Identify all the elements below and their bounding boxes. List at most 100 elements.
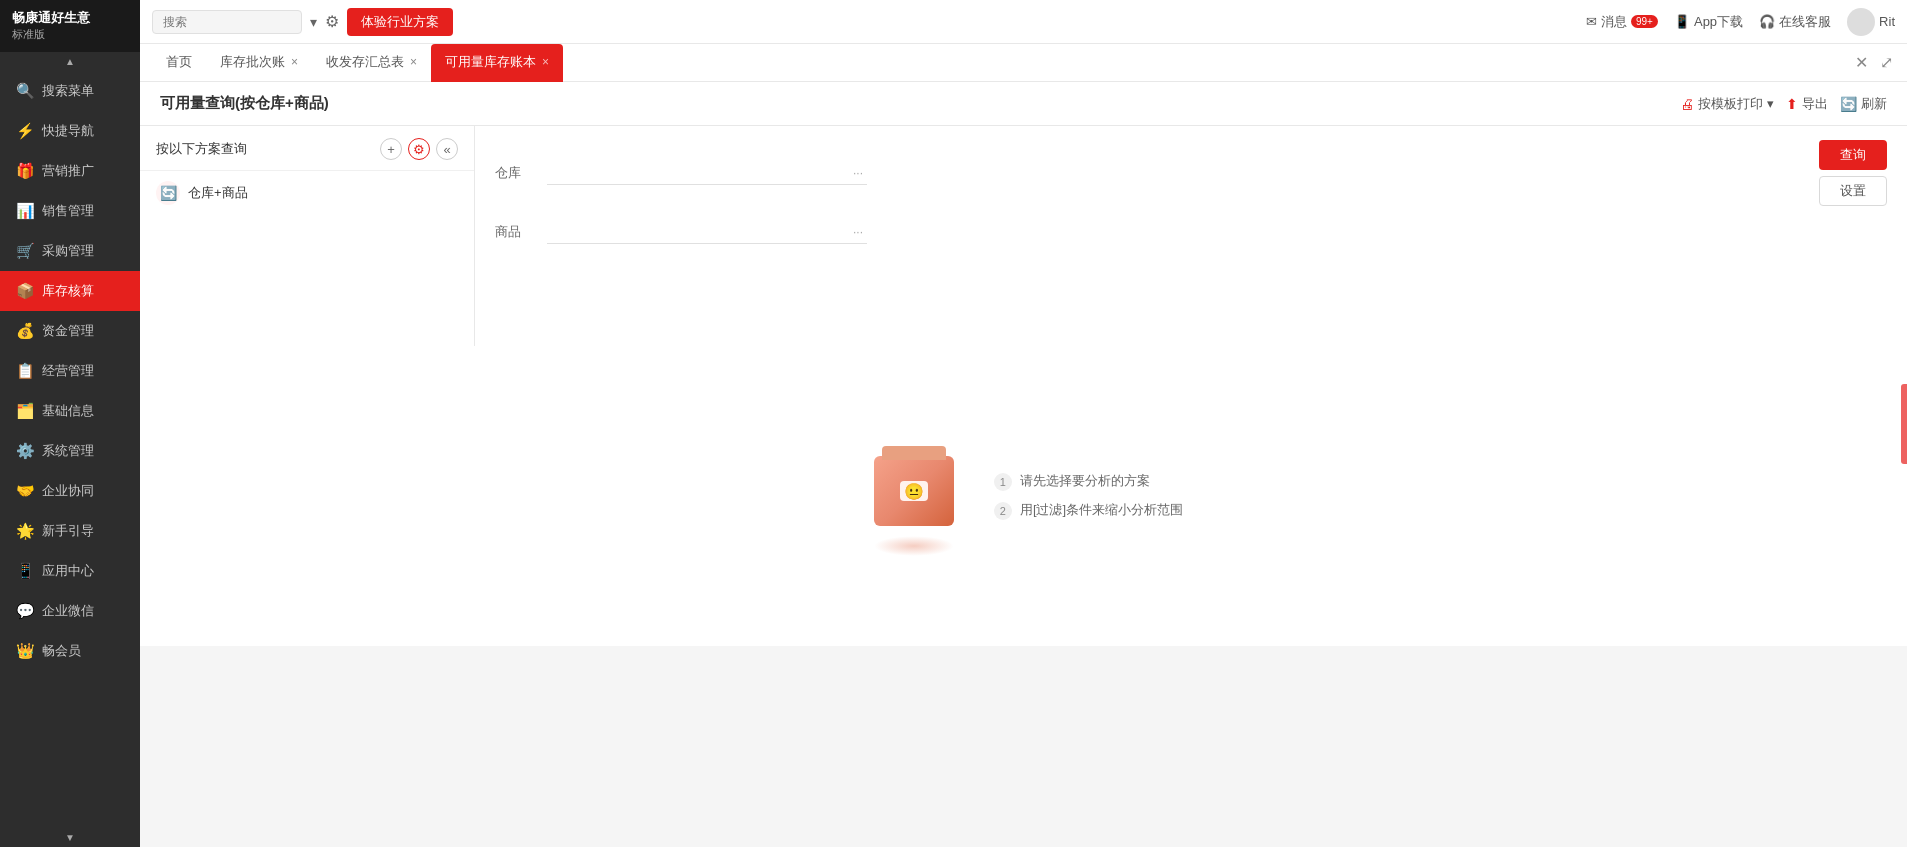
sidebar-icon-inventory: 📦 <box>16 282 34 300</box>
topbar-right: ✉ 消息 99+ 📱 App下载 🎧 在线客服 Rit <box>1586 8 1895 36</box>
sidebar-item-newbie[interactable]: 🌟 新手引导 <box>0 511 140 551</box>
page-header: 可用量查询(按仓库+商品) 🖨 按模板打印 ▾ ⬆ 导出 🔄 刷新 <box>140 82 1907 126</box>
print-icon: 🖨 <box>1680 96 1694 112</box>
query-left-header: 按以下方案查询 + ⚙ « <box>140 138 474 171</box>
brand-sub: 标准版 <box>12 27 128 42</box>
hint-num-2: 2 <box>994 502 1012 520</box>
setting-button[interactable]: 设置 <box>1819 176 1887 206</box>
empty-state: 😐 1 请先选择要分析的方案 2 用[过滤]条件来缩小分析范围 <box>140 346 1907 646</box>
sidebar-icon-member: 👑 <box>16 642 34 660</box>
sidebar: 畅康通好生意 标准版 ▲ 🔍 搜索菜单 ⚡ 快捷导航 🎁 营销推广 📊 销售管理… <box>0 0 140 847</box>
sidebar-label-enterprise: 企业协同 <box>42 482 94 500</box>
sidebar-menu: 🔍 搜索菜单 ⚡ 快捷导航 🎁 营销推广 📊 销售管理 🛒 采购管理 📦 库存核… <box>0 71 140 828</box>
close-tab-button[interactable]: ✕ <box>1853 51 1870 74</box>
tabbar-actions: ✕ ⤢ <box>1853 51 1895 74</box>
app-download-item[interactable]: 📱 App下载 <box>1674 13 1743 31</box>
goods-more-icon[interactable]: ··· <box>853 225 863 239</box>
sidebar-scroll-up[interactable]: ▲ <box>0 52 140 71</box>
service-item[interactable]: 🎧 在线客服 <box>1759 13 1831 31</box>
sidebar-label-finance: 资金管理 <box>42 322 94 340</box>
query-button[interactable]: 查询 <box>1819 140 1887 170</box>
warehouse-more-icon[interactable]: ··· <box>853 166 863 180</box>
export-label: 导出 <box>1802 95 1828 113</box>
sidebar-header: 畅康通好生意 标准版 <box>0 0 140 52</box>
sidebar-icon-basics: 🗂️ <box>16 402 34 420</box>
print-dropdown-icon[interactable]: ▾ <box>1767 96 1774 111</box>
query-area: 按以下方案查询 + ⚙ « 🔄 仓库+商品 仓库 <box>140 126 1907 346</box>
sidebar-icon-system: ⚙️ <box>16 442 34 460</box>
tab-close-available[interactable]: × <box>542 56 549 68</box>
empty-hint-2: 2 用[过滤]条件来缩小分析范围 <box>994 501 1183 520</box>
service-label: 在线客服 <box>1779 13 1831 31</box>
sidebar-item-inventory[interactable]: 📦 库存核算 <box>0 271 140 311</box>
tab-summary[interactable]: 收发存汇总表× <box>312 44 431 82</box>
goods-input[interactable] <box>547 220 867 244</box>
sidebar-icon-purchase: 🛒 <box>16 242 34 260</box>
warehouse-input[interactable] <box>547 161 867 185</box>
hint-text-1: 请先选择要分析的方案 <box>1020 472 1150 490</box>
sidebar-icon-finance: 💰 <box>16 322 34 340</box>
query-right-panel: 仓库 ··· 查询 设置 商品 ··· <box>475 126 1907 346</box>
scheme-label: 仓库+商品 <box>188 184 248 202</box>
print-action[interactable]: 🖨 按模板打印 ▾ <box>1680 95 1774 113</box>
sidebar-label-operation: 经营管理 <box>42 362 94 380</box>
sidebar-item-enterprise[interactable]: 🤝 企业协同 <box>0 471 140 511</box>
sidebar-label-search: 搜索菜单 <box>42 82 94 100</box>
sidebar-scroll-down[interactable]: ▼ <box>0 828 140 847</box>
tab-available[interactable]: 可用量库存账本 × <box>431 44 563 82</box>
tab-close-batch[interactable]: × <box>291 56 298 68</box>
sidebar-item-sales[interactable]: 📊 销售管理 <box>0 191 140 231</box>
goods-label: 商品 <box>495 223 535 241</box>
topbar-search-input[interactable] <box>152 10 302 34</box>
topbar-dropdown-icon[interactable]: ▾ <box>310 14 317 30</box>
empty-text: 1 请先选择要分析的方案 2 用[过滤]条件来缩小分析范围 <box>994 472 1183 520</box>
sidebar-item-marketing[interactable]: 🎁 营销推广 <box>0 151 140 191</box>
tab-close-summary[interactable]: × <box>410 56 417 68</box>
right-scroll-hint <box>1901 384 1907 464</box>
trial-button[interactable]: 体验行业方案 <box>347 8 453 36</box>
sidebar-label-wechat: 企业微信 <box>42 602 94 620</box>
add-scheme-button[interactable]: + <box>380 138 402 160</box>
sidebar-item-basics[interactable]: 🗂️ 基础信息 <box>0 391 140 431</box>
settings-scheme-button[interactable]: ⚙ <box>408 138 430 160</box>
message-badge: 99+ <box>1631 15 1658 28</box>
expand-button[interactable]: ⤢ <box>1878 51 1895 74</box>
query-btn-area: 查询 设置 <box>1819 140 1887 206</box>
sidebar-icon-marketing: 🎁 <box>16 162 34 180</box>
message-label: 消息 <box>1601 13 1627 31</box>
sidebar-item-finance[interactable]: 💰 资金管理 <box>0 311 140 351</box>
message-item[interactable]: ✉ 消息 99+ <box>1586 13 1658 31</box>
query-left-icons: + ⚙ « <box>380 138 458 160</box>
hint-num-1: 1 <box>994 473 1012 491</box>
sidebar-label-marketing: 营销推广 <box>42 162 94 180</box>
export-action[interactable]: ⬆ 导出 <box>1786 95 1828 113</box>
query-scheme-item[interactable]: 🔄 仓库+商品 <box>140 171 474 215</box>
collapse-button[interactable]: « <box>436 138 458 160</box>
sidebar-label-shortcut: 快捷导航 <box>42 122 94 140</box>
sidebar-item-operation[interactable]: 📋 经营管理 <box>0 351 140 391</box>
query-left-label: 按以下方案查询 <box>156 140 247 158</box>
tab-home[interactable]: 首页 <box>152 44 206 82</box>
refresh-action[interactable]: 🔄 刷新 <box>1840 95 1887 113</box>
sidebar-item-member[interactable]: 👑 畅会员 <box>0 631 140 671</box>
tab-label-batch: 库存批次账 <box>220 53 285 71</box>
sidebar-item-apps[interactable]: 📱 应用中心 <box>0 551 140 591</box>
query-row-warehouse: 仓库 ··· 查询 设置 <box>495 140 1887 206</box>
query-left-panel: 按以下方案查询 + ⚙ « 🔄 仓库+商品 <box>140 126 475 346</box>
sidebar-item-purchase[interactable]: 🛒 采购管理 <box>0 231 140 271</box>
user-item[interactable]: Rit <box>1847 8 1895 36</box>
sidebar-item-shortcut[interactable]: ⚡ 快捷导航 <box>0 111 140 151</box>
sidebar-icon-newbie: 🌟 <box>16 522 34 540</box>
sidebar-label-apps: 应用中心 <box>42 562 94 580</box>
tab-label-available: 可用量库存账本 <box>445 53 536 71</box>
sidebar-item-wechat[interactable]: 💬 企业微信 <box>0 591 140 631</box>
tab-batch[interactable]: 库存批次账 × <box>206 44 312 82</box>
topbar-gear-icon[interactable]: ⚙ <box>325 12 339 31</box>
sidebar-item-system[interactable]: ⚙️ 系统管理 <box>0 431 140 471</box>
goods-input-wrap: ··· <box>547 220 867 244</box>
print-label: 按模板打印 <box>1698 95 1763 113</box>
app-label: App下载 <box>1694 13 1743 31</box>
empty-illustration: 😐 <box>864 446 964 546</box>
warehouse-input-wrap: ··· <box>547 161 867 185</box>
sidebar-item-search[interactable]: 🔍 搜索菜单 <box>0 71 140 111</box>
